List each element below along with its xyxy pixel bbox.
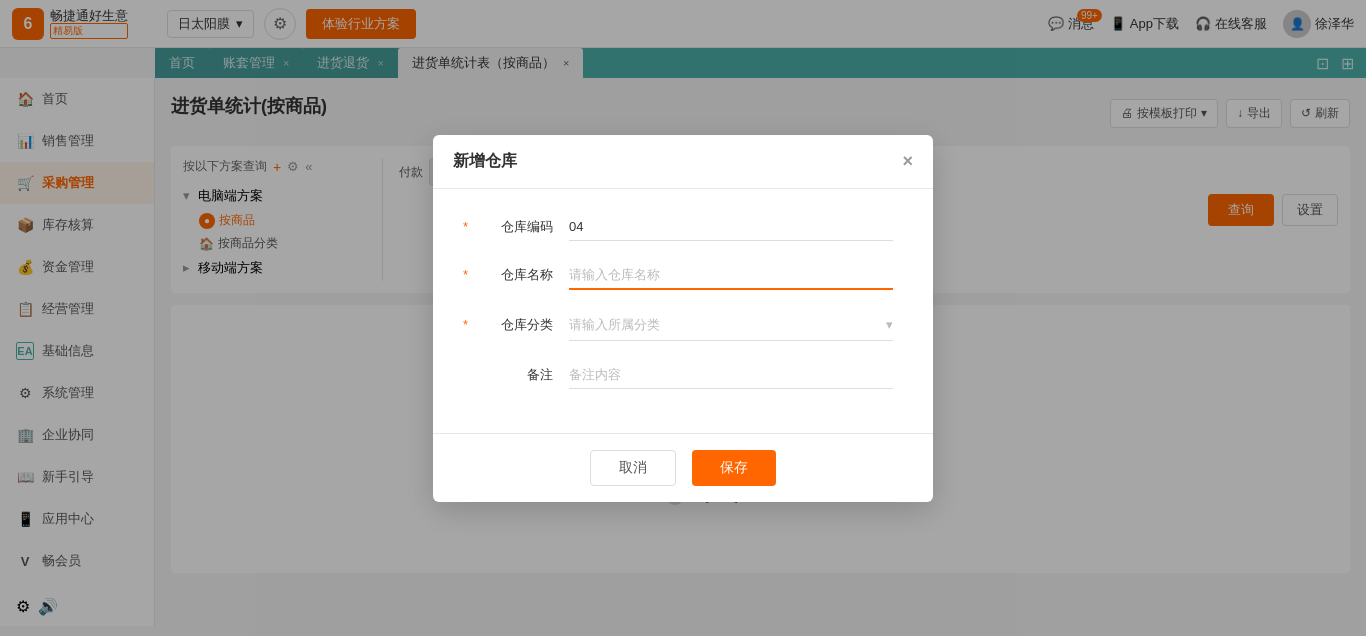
form-row-note: 备注	[473, 361, 893, 389]
add-warehouse-dialog: 新增仓库 × 仓库编码 仓库名称 仓库分类 请输入所属分类 ▾	[433, 135, 933, 502]
dialog-title: 新增仓库	[453, 151, 517, 172]
category-chevron-icon: ▾	[886, 317, 893, 332]
code-input[interactable]	[569, 213, 893, 241]
category-placeholder: 请输入所属分类	[569, 316, 660, 334]
dialog-header: 新增仓库 ×	[433, 135, 933, 189]
dialog-footer: 取消 保存	[433, 433, 933, 502]
category-select[interactable]: 请输入所属分类 ▾	[569, 310, 893, 341]
form-row-code: 仓库编码	[473, 213, 893, 241]
note-input[interactable]	[569, 361, 893, 389]
modal-overlay: 新增仓库 × 仓库编码 仓库名称 仓库分类 请输入所属分类 ▾	[0, 0, 1366, 636]
form-row-name: 仓库名称	[473, 261, 893, 290]
code-label: 仓库编码	[473, 218, 553, 236]
name-input[interactable]	[569, 261, 893, 290]
dialog-body: 仓库编码 仓库名称 仓库分类 请输入所属分类 ▾ 备注	[433, 189, 933, 433]
dialog-close-button[interactable]: ×	[902, 151, 913, 172]
save-button[interactable]: 保存	[692, 450, 776, 486]
cancel-button[interactable]: 取消	[590, 450, 676, 486]
category-label: 仓库分类	[473, 316, 553, 334]
name-label: 仓库名称	[473, 266, 553, 284]
form-row-category: 仓库分类 请输入所属分类 ▾	[473, 310, 893, 341]
note-label: 备注	[473, 366, 553, 384]
